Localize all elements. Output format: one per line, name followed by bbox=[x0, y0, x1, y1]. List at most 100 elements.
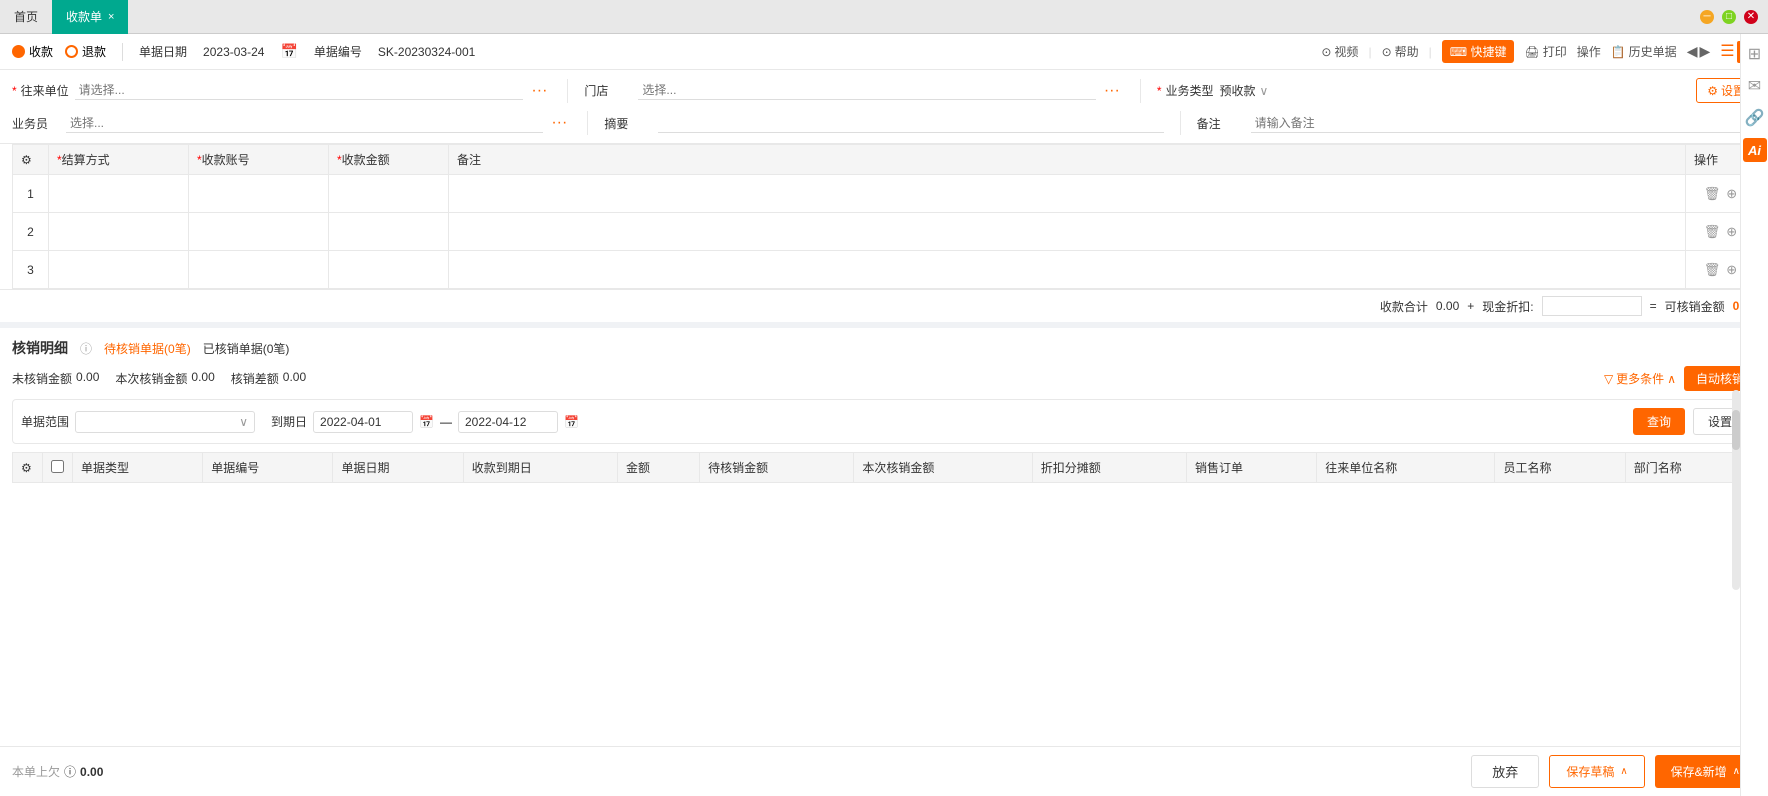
tab-close-icon[interactable]: × bbox=[108, 11, 114, 23]
staff-input[interactable] bbox=[66, 114, 543, 133]
business-type-dropdown-icon[interactable]: ∨ bbox=[1260, 84, 1269, 98]
diff-stat: 核销差额 0.00 bbox=[231, 370, 306, 387]
sidebar-table-icon[interactable]: ⊞ bbox=[1743, 42, 1767, 66]
filter-actions: 查询 设置 bbox=[1633, 408, 1747, 435]
print-btn[interactable]: 🖨 打印 bbox=[1524, 43, 1566, 60]
table-row: 2 🗑 ⊕ bbox=[13, 213, 1756, 251]
row-1-method[interactable] bbox=[49, 175, 189, 213]
tab-receipt[interactable]: 收款单 × bbox=[52, 0, 128, 34]
counterpart-input[interactable] bbox=[75, 81, 524, 100]
col-settings-header[interactable]: ⚙ bbox=[13, 145, 49, 175]
date-from-input[interactable] bbox=[313, 411, 413, 433]
radio-receipt[interactable]: 收款 bbox=[12, 43, 53, 60]
current-writeoff-stat: 本次核销金额 0.00 bbox=[115, 370, 214, 387]
row-3-method[interactable] bbox=[49, 251, 189, 289]
shortcut-icon: ⌨ bbox=[1450, 45, 1467, 59]
row-1-delete-icon[interactable]: 🗑 bbox=[1704, 186, 1721, 202]
row-1-num: 1 bbox=[13, 175, 49, 213]
date-calendar-icon[interactable]: 📅 bbox=[280, 43, 297, 60]
row-2-method[interactable] bbox=[49, 213, 189, 251]
minimize-button[interactable]: ─ bbox=[1700, 10, 1714, 24]
writeoff-info-icon[interactable]: ⓘ bbox=[80, 340, 92, 357]
abandon-button[interactable]: 放弃 bbox=[1471, 755, 1539, 788]
wo-col-sales-header: 销售订单 bbox=[1186, 453, 1316, 483]
row-2-amount[interactable] bbox=[329, 213, 449, 251]
sidebar-ai-icon[interactable]: Ai bbox=[1743, 138, 1767, 162]
col-remark-header: 备注 bbox=[449, 145, 1686, 175]
plus-sign: + bbox=[1467, 299, 1474, 313]
date-to-input[interactable] bbox=[458, 411, 558, 433]
pending-writeoff-link[interactable]: 待核销单据(0笔) bbox=[104, 340, 191, 357]
prev-arrow[interactable]: ◀ bbox=[1687, 43, 1698, 60]
store-more-icon[interactable]: ··· bbox=[1100, 82, 1124, 100]
help-icon: ⊙ bbox=[1382, 45, 1392, 59]
done-writeoff-link[interactable]: 已核销单据(0笔) bbox=[203, 340, 290, 357]
receipt-type-group: 收款 退款 bbox=[12, 43, 106, 60]
draft-button[interactable]: 保存草稿 ∧ bbox=[1549, 755, 1644, 788]
radio-refund[interactable]: 退款 bbox=[65, 43, 106, 60]
row-3-remark[interactable] bbox=[449, 251, 1686, 289]
date-from-calendar-icon[interactable]: 📅 bbox=[419, 415, 434, 429]
chevron-up-icon: ∧ bbox=[1667, 372, 1676, 386]
staff-field: 业务员 ··· bbox=[12, 114, 571, 133]
summary-input[interactable] bbox=[658, 114, 1163, 133]
row-1-remark[interactable] bbox=[449, 175, 1686, 213]
row-1-amount[interactable] bbox=[329, 175, 449, 213]
wo-col-date-header: 单据日期 bbox=[333, 453, 463, 483]
shortcut-btn[interactable]: ⌨ 快捷键 bbox=[1442, 40, 1515, 63]
summary-row: 收款合计 0.00 + 现金折扣: = 可核销金额 0.00 bbox=[0, 289, 1768, 322]
tab-home-label: 首页 bbox=[14, 8, 38, 25]
date-range-separator: — bbox=[440, 415, 452, 429]
range-select[interactable]: ∨ bbox=[75, 411, 255, 433]
select-all-checkbox[interactable] bbox=[51, 460, 64, 473]
staff-more-icon[interactable]: ··· bbox=[547, 114, 571, 132]
remark-input[interactable] bbox=[1251, 114, 1756, 133]
row-2-remark[interactable] bbox=[449, 213, 1686, 251]
row-3-delete-icon[interactable]: 🗑 bbox=[1704, 262, 1721, 278]
wo-col-pending-header: 待核销金额 bbox=[700, 453, 854, 483]
store-input[interactable] bbox=[638, 81, 1095, 100]
form-divider-3 bbox=[587, 111, 588, 135]
help-btn[interactable]: ⊙ 帮助 bbox=[1382, 43, 1419, 60]
wo-col-check-header bbox=[43, 453, 73, 483]
form-divider-2 bbox=[1140, 79, 1141, 103]
row-3-amount[interactable] bbox=[329, 251, 449, 289]
row-2-copy-icon[interactable]: ⊕ bbox=[1726, 224, 1737, 240]
window-controls: ─ □ ✕ bbox=[1700, 10, 1768, 24]
row-1-copy-icon[interactable]: ⊕ bbox=[1726, 186, 1737, 202]
video-btn[interactable]: ⊙ 视频 bbox=[1321, 43, 1358, 60]
scroll-thumb[interactable] bbox=[1732, 410, 1740, 450]
settings-icon[interactable]: ⚙ bbox=[21, 461, 32, 475]
discount-input[interactable] bbox=[1542, 296, 1642, 316]
bottom-actions: 放弃 保存草稿 ∧ 保存&新增 ∧ bbox=[1471, 755, 1756, 788]
tab-home[interactable]: 首页 bbox=[0, 0, 52, 34]
business-type-field: * 业务类型 预收款 ∨ bbox=[1157, 82, 1696, 99]
maximize-button[interactable]: □ bbox=[1722, 10, 1736, 24]
range-label: 单据范围 bbox=[21, 413, 69, 430]
row-3-account[interactable] bbox=[189, 251, 329, 289]
row-3-copy-icon[interactable]: ⊕ bbox=[1726, 262, 1737, 278]
operation-btn[interactable]: 操作 bbox=[1577, 43, 1601, 60]
next-arrow[interactable]: ▶ bbox=[1699, 43, 1710, 60]
more-conditions-btn[interactable]: ▽ 更多条件 ∧ bbox=[1604, 370, 1676, 387]
tab-bar: 首页 收款单 × ─ □ ✕ bbox=[0, 0, 1768, 34]
counterpart-more-icon[interactable]: ··· bbox=[527, 82, 551, 100]
toolbar-right: ⊙ 视频 | ⊙ 帮助 | ⌨ 快捷键 🖨 打印 操作 📋 历史单据 bbox=[1321, 40, 1756, 63]
filter-icon: ▽ bbox=[1604, 372, 1613, 386]
row-2-delete-icon[interactable]: 🗑 bbox=[1704, 224, 1721, 240]
radio-receipt-label: 收款 bbox=[29, 43, 53, 60]
wo-col-type-header: 单据类型 bbox=[73, 453, 203, 483]
history-btn[interactable]: 📋 历史单据 bbox=[1611, 43, 1677, 60]
close-button[interactable]: ✕ bbox=[1744, 10, 1758, 24]
row-1-account[interactable] bbox=[189, 175, 329, 213]
row-2-account[interactable] bbox=[189, 213, 329, 251]
staff-label: 业务员 bbox=[12, 115, 62, 132]
query-button[interactable]: 查询 bbox=[1633, 408, 1685, 435]
table-row: 1 🗑 ⊕ bbox=[13, 175, 1756, 213]
date-to-calendar-icon[interactable]: 📅 bbox=[564, 415, 579, 429]
bottom-bar: 本单上欠 ⓘ 0.00 放弃 保存草稿 ∧ 保存&新增 ∧ bbox=[0, 746, 1768, 796]
sidebar-attach-icon[interactable]: 🔗 bbox=[1743, 106, 1767, 130]
sidebar-mail-icon[interactable]: ✉ bbox=[1743, 74, 1767, 98]
list-view-icon[interactable]: ☰ bbox=[1720, 41, 1734, 63]
bottom-info: 本单上欠 ⓘ 0.00 bbox=[12, 763, 103, 780]
